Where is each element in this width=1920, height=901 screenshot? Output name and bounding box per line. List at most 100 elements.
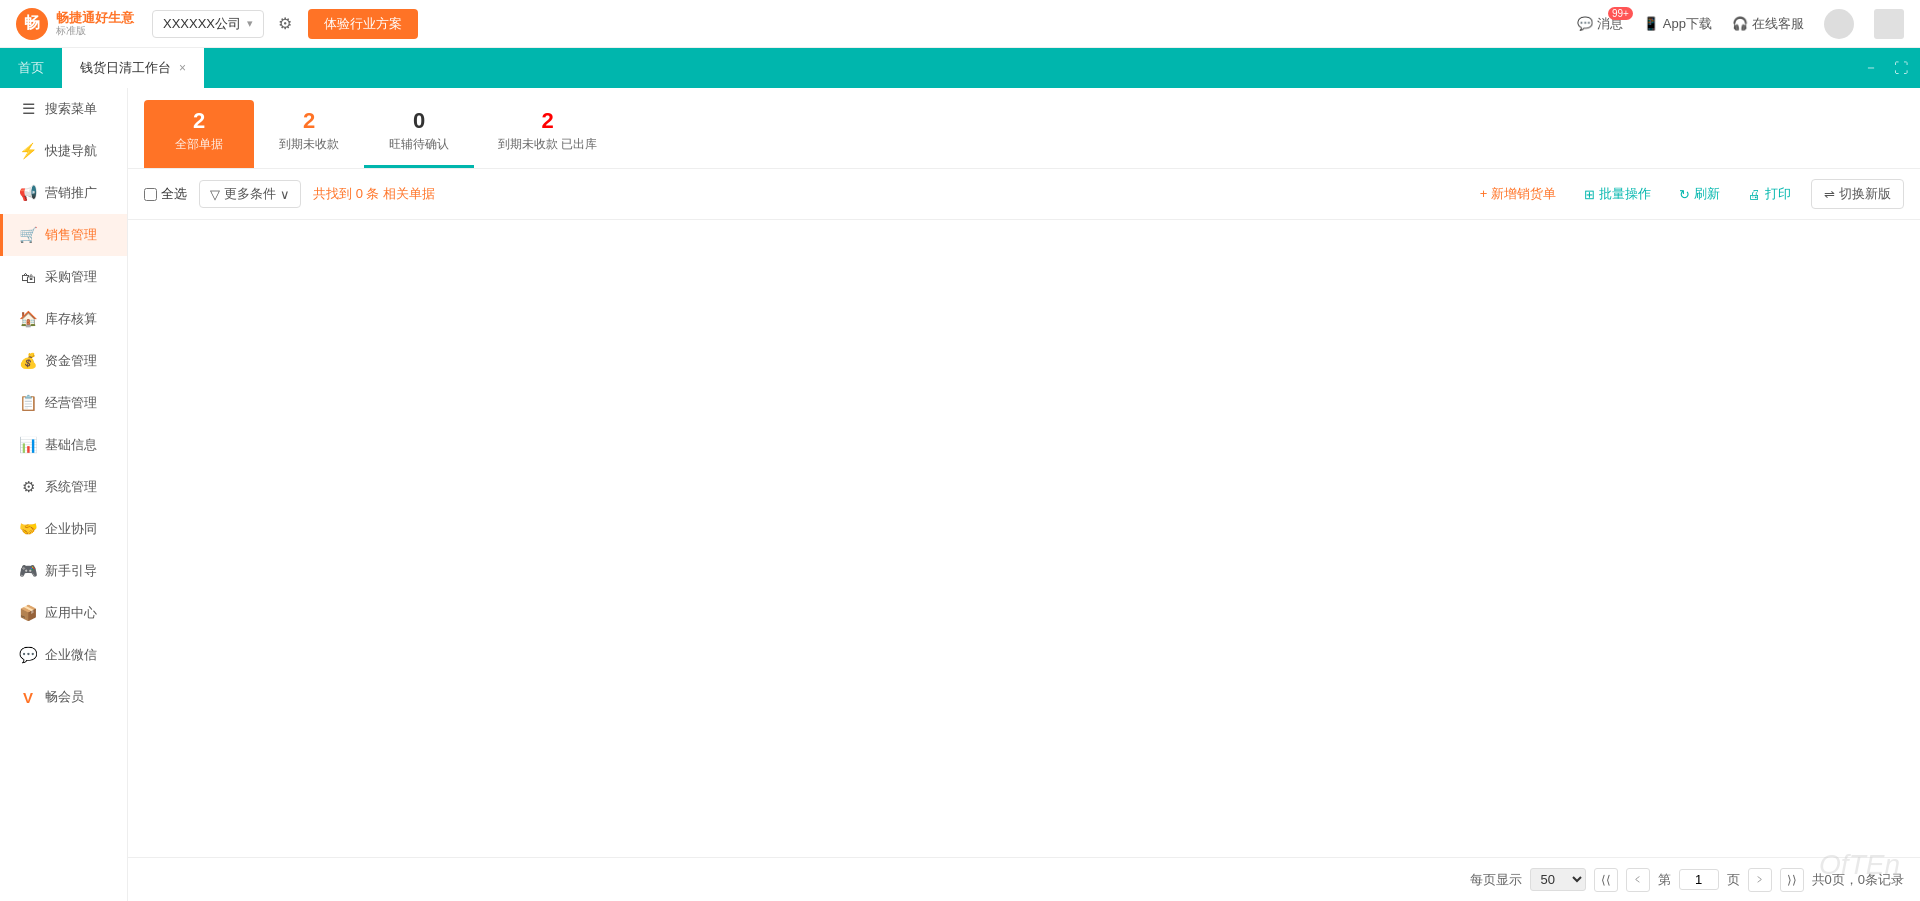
operation-icon: 📋 [19, 394, 37, 412]
logo-icon: 畅 [16, 8, 48, 40]
chevron-down-filter-icon: ∨ [280, 187, 290, 202]
sidebar-item-sales[interactable]: 🛒 销售管理 [0, 214, 127, 256]
stat-label-all: 全部单据 [175, 136, 223, 153]
sidebar-item-system[interactable]: ⚙ 系统管理 [0, 466, 127, 508]
vip-icon: V [19, 689, 37, 706]
tab-home[interactable]: 首页 [0, 48, 62, 88]
print-button[interactable]: 🖨 打印 [1740, 181, 1799, 207]
stat-number-pending: 0 [413, 108, 425, 134]
refresh-icon: ↻ [1679, 187, 1690, 202]
avatar[interactable] [1824, 9, 1854, 39]
prev-page-button[interactable]: ﹤ [1626, 868, 1650, 892]
inventory-icon: 🏠 [19, 310, 37, 328]
marketing-icon: 📢 [19, 184, 37, 202]
page-input[interactable] [1679, 869, 1719, 890]
close-tab-icon[interactable]: × [179, 61, 186, 75]
guide-icon: 🎮 [19, 562, 37, 580]
per-page-select[interactable]: 50 10 20 100 [1530, 868, 1586, 891]
app-center-icon: 📦 [19, 604, 37, 622]
company-selector[interactable]: XXXXXX公司 ▾ [152, 10, 264, 38]
sidebar: ☰ 搜索菜单 ⚡ 快捷导航 📢 营销推广 🛒 销售管理 🛍 采购管理 🏠 库存核… [0, 88, 128, 901]
toolbar-right: + 新增销货单 ⊞ 批量操作 ↻ 刷新 🖨 打印 ⇌ 切换新版 [1472, 179, 1904, 209]
stat-tab-all[interactable]: 2 全部单据 [144, 100, 254, 168]
finance-icon: 💰 [19, 352, 37, 370]
found-count: 0 [356, 186, 363, 201]
wechat-icon: 💬 [19, 646, 37, 664]
logo-sub: 标准版 [56, 25, 134, 37]
refresh-button[interactable]: ↻ 刷新 [1671, 181, 1728, 207]
sidebar-item-purchase[interactable]: 🛍 采购管理 [0, 256, 127, 298]
add-sales-order-button[interactable]: + 新增销货单 [1472, 181, 1564, 207]
filter-icon: ▽ [210, 187, 220, 202]
tab-bar-actions: － ⛶ [1860, 55, 1920, 81]
logo-text: 畅捷通好生意 标准版 [56, 10, 134, 38]
purchase-icon: 🛍 [19, 269, 37, 286]
switch-version-button[interactable]: ⇌ 切换新版 [1811, 179, 1904, 209]
app-download-button[interactable]: 📱 App下载 [1643, 15, 1712, 33]
sidebar-item-basic-info[interactable]: 📊 基础信息 [0, 424, 127, 466]
sidebar-item-search-menu[interactable]: ☰ 搜索菜单 [0, 88, 127, 130]
maximize-icon[interactable]: ⛶ [1890, 56, 1912, 80]
sidebar-item-vip[interactable]: V 畅会员 [0, 676, 127, 718]
download-icon: 📱 [1643, 16, 1659, 31]
message-badge: 99+ [1608, 7, 1633, 20]
basic-info-icon: 📊 [19, 436, 37, 454]
sidebar-item-wechat[interactable]: 💬 企业微信 [0, 634, 127, 676]
stat-number-overdue-shipped: 2 [542, 108, 554, 134]
search-menu-icon: ☰ [19, 100, 37, 118]
page-label: 第 [1658, 871, 1671, 889]
user-menu[interactable] [1874, 9, 1904, 39]
trial-button[interactable]: 体验行业方案 [308, 9, 418, 39]
stat-label-overdue-shipped: 到期未收款 已出库 [498, 136, 597, 153]
stat-number-all: 2 [193, 108, 205, 134]
stat-label-pending: 旺辅待确认 [389, 136, 449, 153]
online-service-button[interactable]: 🎧 在线客服 [1732, 15, 1804, 33]
batch-icon: ⊞ [1584, 187, 1595, 202]
service-icon: 🎧 [1732, 16, 1748, 31]
per-page-label: 每页显示 [1470, 871, 1522, 889]
message-button[interactable]: 💬 消息 99+ [1577, 15, 1623, 33]
pagination: 每页显示 50 10 20 100 ⟨⟨ ﹤ 第 页 ﹥ ⟩⟩ 共0页，0条记录 [128, 857, 1920, 901]
total-info: 共0页，0条记录 [1812, 871, 1904, 889]
settings-icon[interactable]: ⚙ [274, 10, 296, 37]
sidebar-item-operation[interactable]: 📋 经营管理 [0, 382, 127, 424]
table-area [128, 220, 1920, 857]
header-right: 💬 消息 99+ 📱 App下载 🎧 在线客服 [1577, 9, 1904, 39]
sidebar-item-finance[interactable]: 💰 资金管理 [0, 340, 127, 382]
sidebar-item-guide[interactable]: 🎮 新手引导 [0, 550, 127, 592]
system-icon: ⚙ [19, 478, 37, 496]
content-area: 2 全部单据 2 到期未收款 0 旺辅待确认 2 到期未收款 已出库 全选 [128, 88, 1920, 901]
chevron-down-icon: ▾ [247, 17, 253, 30]
logo-area: 畅 畅捷通好生意 标准版 [16, 8, 144, 40]
next-page-button[interactable]: ﹥ [1748, 868, 1772, 892]
sidebar-item-cooperation[interactable]: 🤝 企业协同 [0, 508, 127, 550]
sidebar-item-quick-nav[interactable]: ⚡ 快捷导航 [0, 130, 127, 172]
stat-tab-overdue[interactable]: 2 到期未收款 [254, 100, 364, 168]
switch-icon: ⇌ [1824, 187, 1835, 202]
stat-number-overdue: 2 [303, 108, 315, 134]
select-all-checkbox[interactable]: 全选 [144, 185, 187, 203]
stat-tab-pending[interactable]: 0 旺辅待确认 [364, 100, 474, 168]
stat-label-overdue: 到期未收款 [279, 136, 339, 153]
checkbox-input[interactable] [144, 188, 157, 201]
last-page-button[interactable]: ⟩⟩ [1780, 868, 1804, 892]
print-icon: 🖨 [1748, 187, 1761, 202]
message-icon: 💬 [1577, 16, 1593, 31]
cooperation-icon: 🤝 [19, 520, 37, 538]
logo-title: 畅捷通好生意 [56, 10, 134, 26]
first-page-button[interactable]: ⟨⟨ [1594, 868, 1618, 892]
stats-tabs: 2 全部单据 2 到期未收款 0 旺辅待确认 2 到期未收款 已出库 [128, 88, 1920, 169]
toolbar: 全选 ▽ 更多条件 ∨ 共找到 0 条 相关单据 + 新增销货单 ⊞ 批量操作 [128, 169, 1920, 220]
filter-button[interactable]: ▽ 更多条件 ∨ [199, 180, 301, 208]
tab-daily-work[interactable]: 钱货日清工作台 × [62, 48, 204, 88]
sidebar-item-inventory[interactable]: 🏠 库存核算 [0, 298, 127, 340]
minimize-icon[interactable]: － [1860, 55, 1882, 81]
sidebar-item-marketing[interactable]: 📢 营销推广 [0, 172, 127, 214]
sidebar-item-app-center[interactable]: 📦 应用中心 [0, 592, 127, 634]
company-name: XXXXXX公司 [163, 15, 241, 33]
quick-nav-icon: ⚡ [19, 142, 37, 160]
top-header: 畅 畅捷通好生意 标准版 XXXXXX公司 ▾ ⚙ 体验行业方案 💬 消息 99… [0, 0, 1920, 48]
stat-tab-overdue-shipped[interactable]: 2 到期未收款 已出库 [474, 100, 621, 168]
sales-icon: 🛒 [19, 226, 37, 244]
batch-operation-button[interactable]: ⊞ 批量操作 [1576, 181, 1659, 207]
